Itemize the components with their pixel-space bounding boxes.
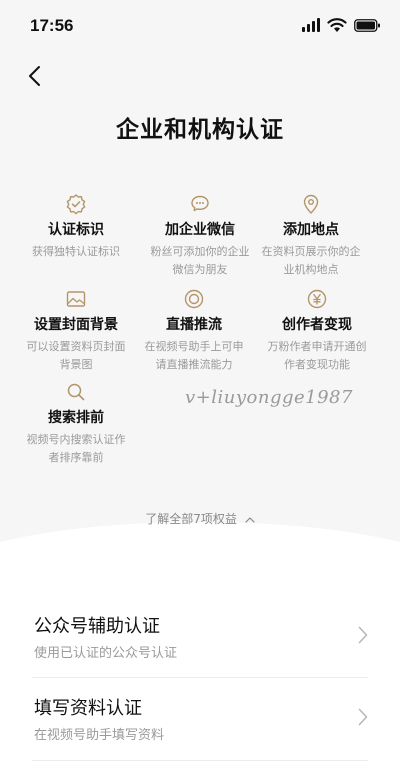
battery-icon xyxy=(354,19,380,32)
search-icon xyxy=(67,383,85,401)
chevron-right-icon xyxy=(358,626,368,644)
feature-name: 设置封面背景 xyxy=(34,317,118,333)
option-title: 公众号辅助认证 xyxy=(34,616,160,637)
feature-desc: 获得独特认证标识 xyxy=(32,245,120,258)
live-icon xyxy=(184,289,204,309)
back-arrow-icon[interactable] xyxy=(24,64,46,88)
yen-icon xyxy=(307,289,327,309)
feature-verification-badge: 认证标识 获得独特认证标识 xyxy=(10,193,142,261)
image-icon xyxy=(66,291,86,307)
watermark-text: v+liuyongge1987 xyxy=(185,387,353,408)
cellular-signal-icon xyxy=(302,18,320,32)
badge-check-icon xyxy=(66,194,86,215)
feature-name: 认证标识 xyxy=(48,222,104,238)
divider xyxy=(32,760,368,761)
status-bar: 17:56 xyxy=(0,14,400,38)
chevron-right-icon xyxy=(358,708,368,726)
feature-name: 添加地点 xyxy=(283,222,339,238)
feature-desc: 视频号内搜索认证作者排序靠前 xyxy=(26,433,126,464)
page-title: 企业和机构认证 xyxy=(116,117,284,143)
status-time: 17:56 xyxy=(30,16,74,35)
feature-search-ranking: 搜索排前 视频号内搜索认证作者排序靠前 xyxy=(10,381,142,467)
option-official-account-verification[interactable]: 公众号辅助认证 使用已认证的公众号认证 xyxy=(32,596,368,680)
feature-desc: 在视频号助手上可申请直播推流能力 xyxy=(144,340,244,371)
feature-add-location: 添加地点 在资料页展示你的企业机构地点 xyxy=(245,193,377,279)
feature-name: 创作者变现 xyxy=(282,317,352,333)
option-title: 填写资料认证 xyxy=(34,698,142,719)
wifi-icon xyxy=(327,18,347,32)
feature-desc: 粉丝可添加你的企业微信为朋友 xyxy=(150,245,250,276)
view-all-benefits-label: 了解全部7项权益 xyxy=(145,512,237,526)
chat-bubble-icon xyxy=(191,195,209,212)
option-subtitle: 在视频号助手填写资料 xyxy=(34,728,165,743)
feature-name: 直播推流 xyxy=(166,317,222,333)
feature-desc: 可以设置资料页封面背景图 xyxy=(26,340,126,371)
chevron-up-icon xyxy=(245,516,255,523)
feature-name: 搜索排前 xyxy=(48,410,104,426)
feature-creator-monetization: 创作者变现 万粉作者申请开通创作者变现功能 xyxy=(251,288,383,374)
option-fill-info-verification[interactable]: 填写资料认证 在视频号助手填写资料 xyxy=(32,678,368,762)
location-pin-icon xyxy=(303,194,319,214)
feature-cover-background: 设置封面背景 可以设置资料页封面背景图 xyxy=(10,288,142,374)
feature-desc: 万粉作者申请开通创作者变现功能 xyxy=(267,340,367,371)
feature-live-streaming: 直播推流 在视频号助手上可申请直播推流能力 xyxy=(128,288,260,374)
feature-desc: 在资料页展示你的企业机构地点 xyxy=(261,245,361,276)
view-all-benefits-link[interactable]: 了解全部7项权益 xyxy=(0,510,400,527)
option-subtitle: 使用已认证的公众号认证 xyxy=(34,646,178,661)
